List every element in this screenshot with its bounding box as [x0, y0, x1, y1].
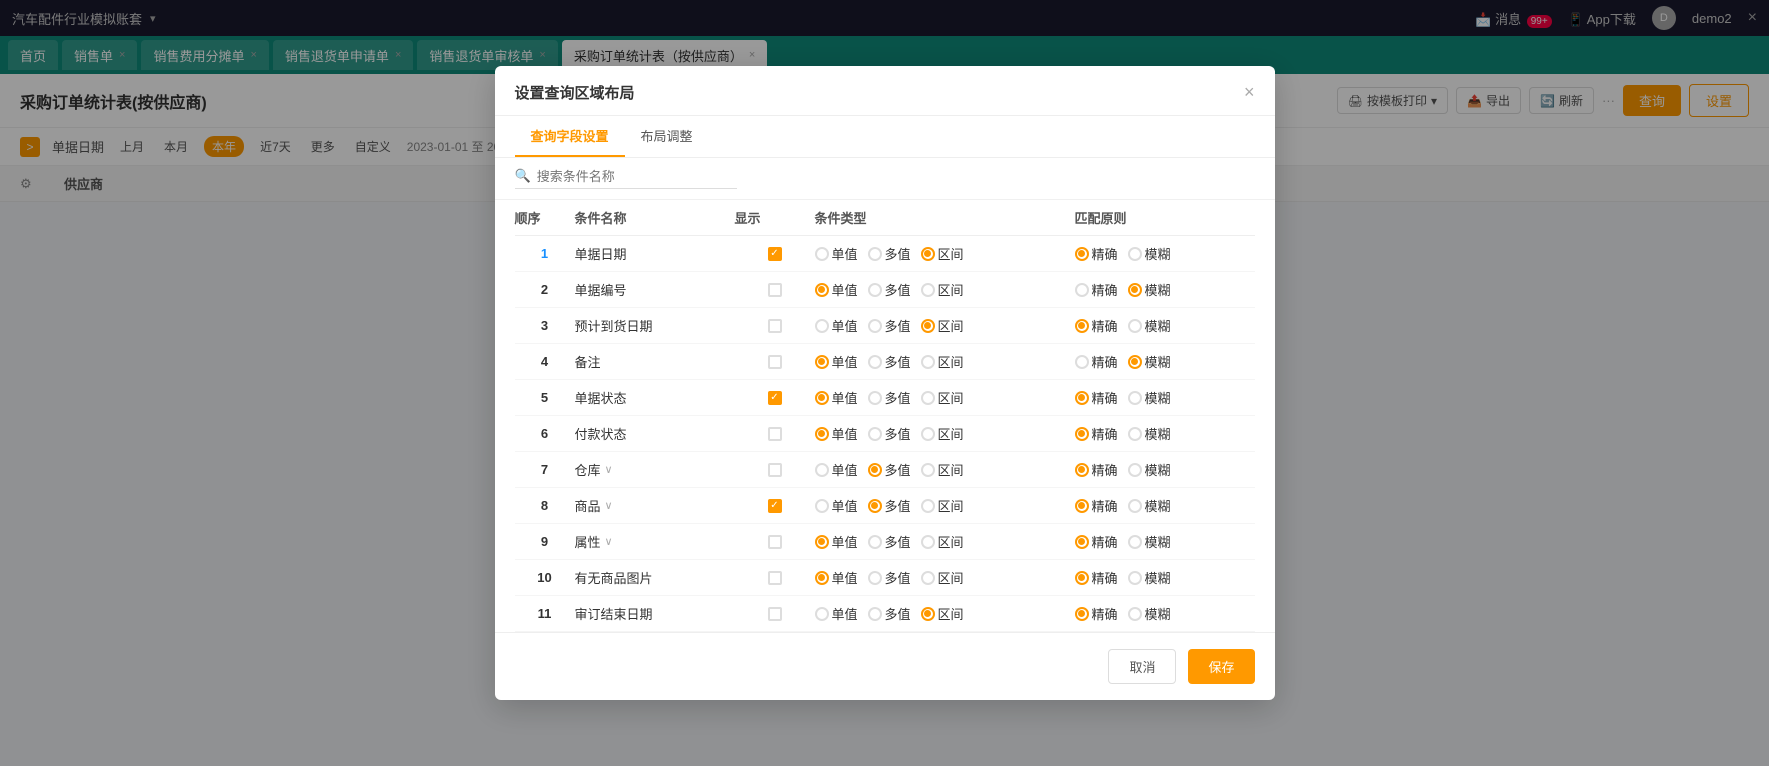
table-row: 1单据日期单值多值区间精确模糊	[515, 236, 1255, 272]
settings-dialog: 设置查询区域布局 × 查询字段设置 布局调整 🔍 顺序 条件名称	[495, 66, 1275, 700]
row-match-radio-group: 精确模糊	[1075, 532, 1275, 551]
row-type-radio-group: 单值多值区间	[815, 532, 1075, 551]
row-match-radio-group: 精确模糊	[1075, 244, 1275, 263]
row-type-radio-group: 单值多值区间	[815, 460, 1075, 479]
table-row: 9属性 ∨单值多值区间精确模糊	[515, 524, 1255, 560]
row-condition-name: 备注	[575, 352, 735, 371]
row-display-checkbox[interactable]	[735, 247, 815, 261]
row-type-radio-group: 单值多值区间	[815, 352, 1075, 371]
dialog-footer: 取消 保存	[495, 632, 1275, 700]
row-match-radio-group: 精确模糊	[1075, 352, 1275, 371]
row-condition-name: 单据编号	[575, 280, 735, 299]
row-match-radio-group: 精确模糊	[1075, 496, 1275, 515]
row-display-checkbox[interactable]	[735, 571, 815, 585]
row-type-radio-group: 单值多值区间	[815, 568, 1075, 587]
table-rows-container: 1单据日期单值多值区间精确模糊2单据编号单值多值区间精确模糊3预计到货日期单值多…	[515, 236, 1255, 632]
row-type-radio-group: 单值多值区间	[815, 424, 1075, 443]
row-display-checkbox[interactable]	[735, 283, 815, 297]
row-condition-name: 商品 ∨	[575, 496, 735, 515]
row-number: 6	[515, 426, 575, 441]
modal-overlay: 设置查询区域布局 × 查询字段设置 布局调整 🔍 顺序 条件名称	[0, 0, 1769, 766]
dialog-tab-layout[interactable]: 布局调整	[625, 116, 709, 157]
dialog-close-btn[interactable]: ×	[1244, 82, 1255, 103]
row-number: 8	[515, 498, 575, 513]
row-condition-name: 审订结束日期	[575, 604, 735, 623]
row-match-radio-group: 精确模糊	[1075, 388, 1275, 407]
col-match: 匹配原则	[1075, 208, 1275, 227]
row-condition-name: 仓库 ∨	[575, 460, 735, 479]
row-number: 1	[515, 246, 575, 261]
row-display-checkbox[interactable]	[735, 463, 815, 477]
col-name: 条件名称	[575, 208, 735, 227]
row-type-radio-group: 单值多值区间	[815, 244, 1075, 263]
save-button[interactable]: 保存	[1188, 649, 1254, 684]
cancel-button[interactable]: 取消	[1108, 649, 1176, 684]
row-number: 3	[515, 318, 575, 333]
col-display: 显示	[735, 208, 815, 227]
row-display-checkbox[interactable]	[735, 319, 815, 333]
search-icon: 🔍	[515, 168, 531, 184]
row-condition-name: 单据日期	[575, 244, 735, 263]
dialog-table: 顺序 条件名称 显示 条件类型 匹配原则 1单据日期单值多值区间精确模糊2单据编…	[495, 200, 1275, 632]
dialog-tab-fields[interactable]: 查询字段设置	[515, 116, 625, 157]
table-header: 顺序 条件名称 显示 条件类型 匹配原则	[515, 200, 1255, 236]
dialog-title: 设置查询区域布局	[515, 82, 635, 103]
search-underline: 🔍	[515, 168, 737, 189]
table-row: 7仓库 ∨单值多值区间精确模糊	[515, 452, 1255, 488]
row-display-checkbox[interactable]	[735, 427, 815, 441]
table-row: 4备注单值多值区间精确模糊	[515, 344, 1255, 380]
row-type-radio-group: 单值多值区间	[815, 604, 1075, 623]
table-row: 6付款状态单值多值区间精确模糊	[515, 416, 1255, 452]
dialog-tabs: 查询字段设置 布局调整	[495, 116, 1275, 158]
row-number: 7	[515, 462, 575, 477]
row-number: 5	[515, 390, 575, 405]
row-match-radio-group: 精确模糊	[1075, 604, 1275, 623]
row-match-radio-group: 精确模糊	[1075, 424, 1275, 443]
row-match-radio-group: 精确模糊	[1075, 280, 1275, 299]
row-display-checkbox[interactable]	[735, 355, 815, 369]
row-number: 9	[515, 534, 575, 549]
row-match-radio-group: 精确模糊	[1075, 460, 1275, 479]
dialog-search-area: 🔍	[495, 158, 1275, 200]
row-display-checkbox[interactable]	[735, 535, 815, 549]
table-row: 2单据编号单值多值区间精确模糊	[515, 272, 1255, 308]
row-display-checkbox[interactable]	[735, 607, 815, 621]
row-type-radio-group: 单值多值区间	[815, 280, 1075, 299]
row-condition-name: 单据状态	[575, 388, 735, 407]
table-row: 10有无商品图片单值多值区间精确模糊	[515, 560, 1255, 596]
row-number: 11	[515, 606, 575, 621]
table-row: 3预计到货日期单值多值区间精确模糊	[515, 308, 1255, 344]
row-match-radio-group: 精确模糊	[1075, 316, 1275, 335]
row-number: 4	[515, 354, 575, 369]
row-type-radio-group: 单值多值区间	[815, 388, 1075, 407]
row-type-radio-group: 单值多值区间	[815, 496, 1075, 515]
row-condition-name: 有无商品图片	[575, 568, 735, 587]
row-match-radio-group: 精确模糊	[1075, 568, 1275, 587]
row-condition-name: 预计到货日期	[575, 316, 735, 335]
col-type: 条件类型	[815, 208, 1075, 227]
row-number: 10	[515, 570, 575, 585]
row-display-checkbox[interactable]	[735, 391, 815, 405]
row-display-checkbox[interactable]	[735, 499, 815, 513]
row-condition-name: 付款状态	[575, 424, 735, 443]
row-number: 2	[515, 282, 575, 297]
row-condition-name: 属性 ∨	[575, 532, 735, 551]
dialog-header: 设置查询区域布局 ×	[495, 66, 1275, 116]
table-row: 8商品 ∨单值多值区间精确模糊	[515, 488, 1255, 524]
table-row: 11审订结束日期单值多值区间精确模糊	[515, 596, 1255, 632]
search-input[interactable]	[537, 169, 737, 184]
row-type-radio-group: 单值多值区间	[815, 316, 1075, 335]
col-order: 顺序	[515, 208, 575, 227]
table-row: 5单据状态单值多值区间精确模糊	[515, 380, 1255, 416]
